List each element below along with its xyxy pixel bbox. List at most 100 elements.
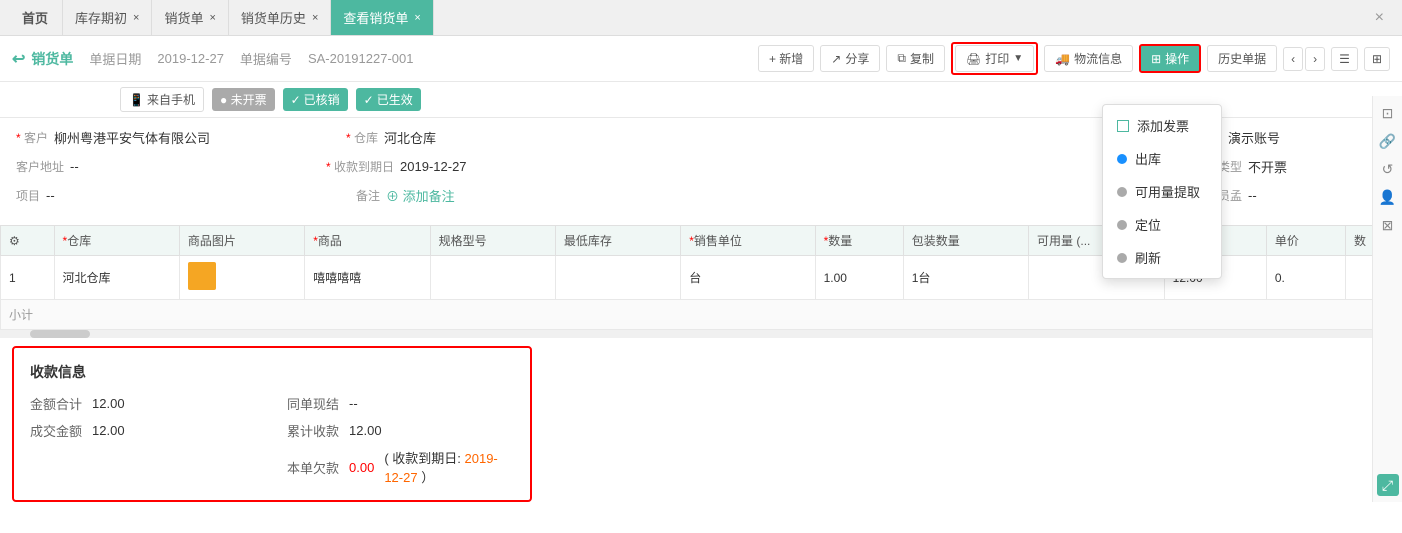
owed-note: ( 收款到期日: 2019-12-27 ） [384,448,514,486]
tab-view-sales[interactable]: 查看销货单 × [331,0,433,35]
sidebar-icon-expand[interactable]: ⤢ [1377,474,1399,496]
next-button[interactable]: › [1305,47,1325,71]
sidebar-icon-3[interactable]: ↺ [1377,158,1399,180]
dropdown-add-invoice[interactable]: 添加发票 [1103,109,1221,142]
cell-warehouse: 河北仓库 [54,256,179,300]
payment-date-value: 2019-12-27 [400,159,467,174]
grid-view-button[interactable]: ⊞ [1364,47,1390,71]
no-label: 单据编号 [240,49,292,68]
date-label: 单据日期 [89,49,141,68]
dropdown-out-stock[interactable]: 出库 [1103,142,1221,175]
total-amount-row: 金额合计 12.00 [30,394,257,413]
customer-label: 客户 [16,129,48,146]
print-dropdown-arrow[interactable]: ▼ [1013,53,1023,64]
dropdown-locate[interactable]: 定位 [1103,208,1221,241]
mobile-icon: 📱 [129,93,144,107]
print-button[interactable]: 🖨 打印 ▼ [955,45,1034,72]
available-qty-icon [1117,187,1127,197]
cell-unit: 台 [681,256,815,300]
cell-min-stock [555,256,680,300]
col-product: *商品 [305,226,430,256]
tab-bar: 首页 库存期初 × 销货单 × 销货单历史 × 查看销货单 × × [0,0,1402,36]
add-note-button[interactable]: ⊕ 添加备注 [386,186,455,205]
tab-sales-order[interactable]: 销货单 × [152,0,228,35]
salesperson-value: -- [1248,188,1257,203]
logistics-button[interactable]: 🚚 物流信息 [1044,45,1133,72]
deal-amount-label: 成交金额 [30,421,82,440]
confirm-button[interactable]: ✓ 已核销 [283,88,348,111]
no-value: SA-20191227-001 [308,51,414,66]
col-sku: 规格型号 [430,226,555,256]
sidebar-icon-4[interactable]: 👤 [1377,186,1399,208]
owed-value: 0.00 [349,460,374,475]
scrollbar-thumb[interactable] [30,330,90,338]
sidebar-icon-1[interactable]: ⊡ [1377,102,1399,124]
refresh-icon [1117,253,1127,263]
main-toolbar: ↩ 销货单 单据日期 2019-12-27 单据编号 SA-20191227-0… [0,36,1402,82]
product-image [188,262,216,290]
col-qty: *数量 [815,226,903,256]
print-highlight-box: 🖨 打印 ▼ [951,42,1038,75]
list-view-button[interactable]: ☰ [1331,47,1358,71]
window-close-button[interactable]: × [1365,9,1394,27]
mobile-button[interactable]: 📱 来自手机 [120,87,204,112]
locate-icon [1117,220,1127,230]
cell-sku [430,256,555,300]
logistics-icon: 🚚 [1055,52,1070,66]
sidebar-icon-5[interactable]: ⊠ [1377,214,1399,236]
op-button[interactable]: ⊞ 操作 [1139,44,1201,73]
owed-label: 本单欠款 [287,458,339,477]
dropdown-available-qty[interactable]: 可用量提取 [1103,175,1221,208]
project-field: 项目 -- [16,187,216,204]
horizontal-scrollbar[interactable] [0,330,1402,338]
not-open-icon: ● [220,93,227,107]
doc-info: 单据日期 2019-12-27 单据编号 SA-20191227-001 [89,49,413,68]
history-button[interactable]: 历史单据 [1207,45,1277,72]
table-subtotal-row: 小计 [1,300,1402,330]
customer-value: 柳州粤港平安气体有限公司 [54,128,210,147]
copy-button[interactable]: ⧉ 复制 [886,45,945,72]
note-field: 备注 ⊕ 添加备注 [356,186,556,205]
share-button[interactable]: ↗ 分享 [820,45,880,72]
tab-sales-order-close[interactable]: × [209,12,215,24]
add-invoice-icon [1117,120,1129,132]
col-min-stock: 最低库存 [555,226,680,256]
cumulative-row: 累计收款 12.00 [287,421,514,440]
total-amount-value: 12.00 [92,396,125,411]
tab-home[interactable]: 首页 [8,0,63,35]
prev-button[interactable]: ‹ [1283,47,1303,71]
tab-sales-history-close[interactable]: × [312,12,318,24]
add-icon: ⊕ [386,189,399,204]
print-icon: 🖨 [966,52,981,66]
deal-amount-value: 12.00 [92,423,125,438]
payment-info-title: 收款信息 [30,362,514,382]
sidebar-icon-2[interactable]: 🔗 [1377,130,1399,152]
tab-inventory-init[interactable]: 库存期初 × [63,0,152,35]
tab-sales-history[interactable]: 销货单历史 × [229,0,331,35]
doc-type-label: ↩ 销货单 [12,49,73,69]
col-pack-qty: 包装数量 [903,226,1028,256]
employee-value: 演示账号 [1228,128,1280,147]
tab-view-sales-close[interactable]: × [414,12,420,24]
warehouse-field: 仓库 河北仓库 [346,128,546,147]
col-warehouse: *仓库 [54,226,179,256]
subtotal-label: 小计 [1,300,1402,330]
confirm-icon: ✓ [291,93,301,107]
effective-button[interactable]: ✓ 已生效 [356,88,421,111]
payment-info-grid: 金额合计 12.00 同单现结 -- 成交金额 12.00 累计收款 12.00… [30,394,514,486]
warehouse-value: 河北仓库 [384,128,436,147]
same-order-value: -- [349,396,358,411]
not-open-button[interactable]: ● 未开票 [212,88,275,111]
cell-no: 1 [1,256,55,300]
copy-icon: ⧉ [897,51,906,66]
same-order-row: 同单现结 -- [287,394,514,413]
new-button[interactable]: + 新增 [758,45,814,72]
col-settings[interactable]: ⚙ [1,226,55,256]
note-label: 备注 [356,187,380,204]
payment-info-section: 收款信息 金额合计 12.00 同单现结 -- 成交金额 12.00 累计收款 … [12,346,532,502]
dropdown-refresh[interactable]: 刷新 [1103,241,1221,274]
tab-inventory-init-close[interactable]: × [133,12,139,24]
payment-date-label: 收款到期日 [326,158,394,175]
payment-date-field: 收款到期日 2019-12-27 [326,158,526,175]
right-sidebar: ⊡ 🔗 ↺ 👤 ⊠ ⤢ [1372,96,1402,502]
